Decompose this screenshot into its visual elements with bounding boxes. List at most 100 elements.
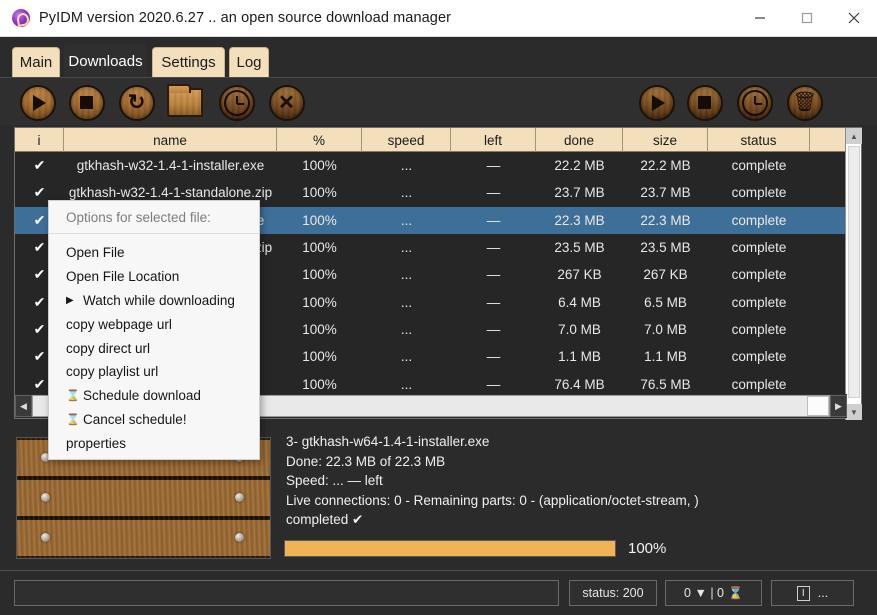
tab-log[interactable]: Log bbox=[229, 47, 269, 77]
schedule-all-button[interactable] bbox=[736, 84, 773, 121]
cell-speed: ... bbox=[400, 185, 413, 201]
cell-i: ✔ bbox=[33, 157, 46, 174]
context-menu-item-open-file[interactable]: Open File bbox=[49, 241, 259, 265]
column-header-done[interactable]: done bbox=[536, 128, 623, 152]
column-header-i[interactable]: i bbox=[15, 128, 64, 152]
cell-name: gtkhash-w32-1.4-1-installer.exe bbox=[76, 158, 265, 174]
schedule-button[interactable] bbox=[218, 84, 255, 121]
stop-icon bbox=[698, 96, 711, 109]
trash-icon: 🗑 bbox=[792, 92, 817, 113]
cell-size: 23.7 MB bbox=[640, 185, 691, 201]
tab-downloads[interactable]: Downloads bbox=[64, 44, 147, 77]
column-header-name[interactable]: name bbox=[64, 128, 277, 152]
cell-size: 1.1 MB bbox=[644, 349, 687, 365]
cell-speed: ... bbox=[400, 321, 413, 337]
counters-label: 0 ▼ | 0 bbox=[684, 586, 724, 600]
context-menu-item-open-file-location[interactable]: Open File Location bbox=[49, 265, 259, 289]
title-bar: PyIDM version 2020.6.27 .. an open sourc… bbox=[0, 0, 877, 37]
folder-button[interactable] bbox=[166, 84, 203, 121]
context-menu-item-copy-direct-url[interactable]: copy direct url bbox=[49, 336, 259, 360]
detail-filename: 3- gtkhash-w64-1.4-1-installer.exe bbox=[286, 434, 490, 449]
column-header-size[interactable]: size bbox=[623, 128, 708, 152]
context-menu-item-schedule-download[interactable]: ⌛ Schedule download bbox=[49, 384, 259, 408]
scroll-up-icon[interactable]: ▲ bbox=[846, 128, 862, 144]
cell-status: complete bbox=[731, 212, 787, 228]
resume-all-button[interactable] bbox=[638, 84, 675, 121]
context-menu-item-label: Schedule download bbox=[83, 388, 201, 404]
cell-left: — bbox=[486, 240, 501, 256]
refresh-button[interactable]: ↻ bbox=[118, 84, 155, 121]
cell-done: 22.3 MB bbox=[554, 212, 605, 228]
tab-main[interactable]: Main bbox=[12, 47, 60, 77]
tab-settings[interactable]: Settings bbox=[152, 47, 225, 77]
cell-done: 1.1 MB bbox=[558, 349, 601, 365]
cell-done: 22.2 MB bbox=[554, 158, 605, 174]
cell-status: complete bbox=[731, 240, 787, 256]
status-bar: status: 200 0 ▼ | 0 ⌛ I ... bbox=[0, 570, 877, 615]
context-menu-item-copy-webpage-url[interactable]: copy webpage url bbox=[49, 312, 259, 336]
context-menu-item-label: copy webpage url bbox=[66, 316, 172, 332]
cell-left: — bbox=[486, 349, 501, 365]
progress-bar-fill bbox=[285, 541, 615, 556]
refresh-icon: ↻ bbox=[127, 91, 146, 114]
info-box[interactable]: I ... bbox=[771, 580, 854, 606]
scroll-left-icon[interactable]: ◀ bbox=[15, 395, 32, 417]
table-vertical-scrollbar[interactable]: ▲ ▼ bbox=[845, 128, 862, 420]
folder-icon bbox=[166, 84, 203, 117]
counters-box[interactable]: 0 ▼ | 0 ⌛ bbox=[665, 580, 762, 606]
cancel-button[interactable]: ✕ bbox=[268, 84, 305, 121]
cell-status: complete bbox=[731, 185, 787, 201]
nail-icon bbox=[235, 533, 244, 542]
hourglass-icon: ⌛ bbox=[66, 390, 80, 403]
info-text: ... bbox=[817, 586, 829, 600]
cell-size: 7.0 MB bbox=[644, 321, 687, 337]
cell-size: 6.5 MB bbox=[644, 294, 687, 310]
cell-left: — bbox=[486, 294, 501, 310]
table-row[interactable]: ✔ gtkhash-w32-1.4-1-installer.exe 100%... —… bbox=[15, 152, 861, 179]
toolbar: ↻ ✕ 🗑 bbox=[0, 77, 877, 125]
cell-size: 267 KB bbox=[643, 267, 688, 283]
play-icon bbox=[33, 94, 46, 111]
column-header-speed[interactable]: speed bbox=[362, 128, 451, 152]
context-menu-item-label: Cancel schedule! bbox=[83, 411, 187, 427]
cell-left: — bbox=[486, 321, 501, 337]
hourglass-icon: ⌛ bbox=[66, 413, 80, 426]
tab-bar: Main Downloads Settings Log bbox=[0, 37, 877, 77]
scroll-right-icon[interactable]: ▶ bbox=[830, 395, 847, 417]
context-menu-item-copy-playlist-url[interactable]: copy playlist url bbox=[49, 360, 259, 384]
cell-left: — bbox=[486, 158, 501, 174]
cell-status: complete bbox=[731, 321, 787, 337]
context-menu-item-properties[interactable]: properties bbox=[49, 431, 259, 455]
column-header-status[interactable]: status bbox=[708, 128, 810, 152]
vertical-scroll-thumb[interactable] bbox=[848, 146, 860, 398]
minimize-button[interactable] bbox=[736, 0, 783, 37]
cell-percent: 100% bbox=[302, 321, 337, 337]
scroll-down-icon[interactable]: ▼ bbox=[846, 404, 862, 420]
column-header-percent[interactable]: % bbox=[277, 128, 362, 152]
stop-all-button[interactable] bbox=[686, 84, 723, 121]
context-menu-item-label: Open File bbox=[66, 245, 125, 261]
cell-status: complete bbox=[731, 267, 787, 283]
context-menu-item-label: copy playlist url bbox=[66, 364, 159, 380]
resume-button[interactable] bbox=[19, 84, 56, 121]
context-menu-item-label: properties bbox=[66, 435, 127, 451]
cell-percent: 100% bbox=[302, 349, 337, 365]
status-message bbox=[14, 580, 559, 606]
horizontal-scroll-thumb[interactable] bbox=[807, 396, 829, 416]
detail-status: completed ✔ bbox=[286, 512, 364, 527]
cell-percent: 100% bbox=[302, 267, 337, 283]
cell-speed: ... bbox=[400, 212, 413, 228]
close-button[interactable] bbox=[830, 0, 877, 37]
column-header-left[interactable]: left bbox=[451, 128, 536, 152]
cell-percent: 100% bbox=[302, 158, 337, 174]
nail-icon bbox=[41, 533, 50, 542]
cell-percent: 100% bbox=[302, 212, 337, 228]
stop-icon bbox=[80, 96, 93, 109]
delete-all-button[interactable]: 🗑 bbox=[786, 84, 823, 121]
context-menu-item-watch-while-downloading[interactable]: ▶ Watch while downloading bbox=[49, 289, 259, 313]
context-menu-item-cancel-schedule[interactable]: ⌛ Cancel schedule! bbox=[49, 407, 259, 431]
clock-icon bbox=[223, 89, 250, 116]
maximize-button[interactable] bbox=[783, 0, 830, 37]
pyidm-window: PyIDM version 2020.6.27 .. an open sourc… bbox=[0, 0, 877, 615]
stop-button[interactable] bbox=[68, 84, 105, 121]
